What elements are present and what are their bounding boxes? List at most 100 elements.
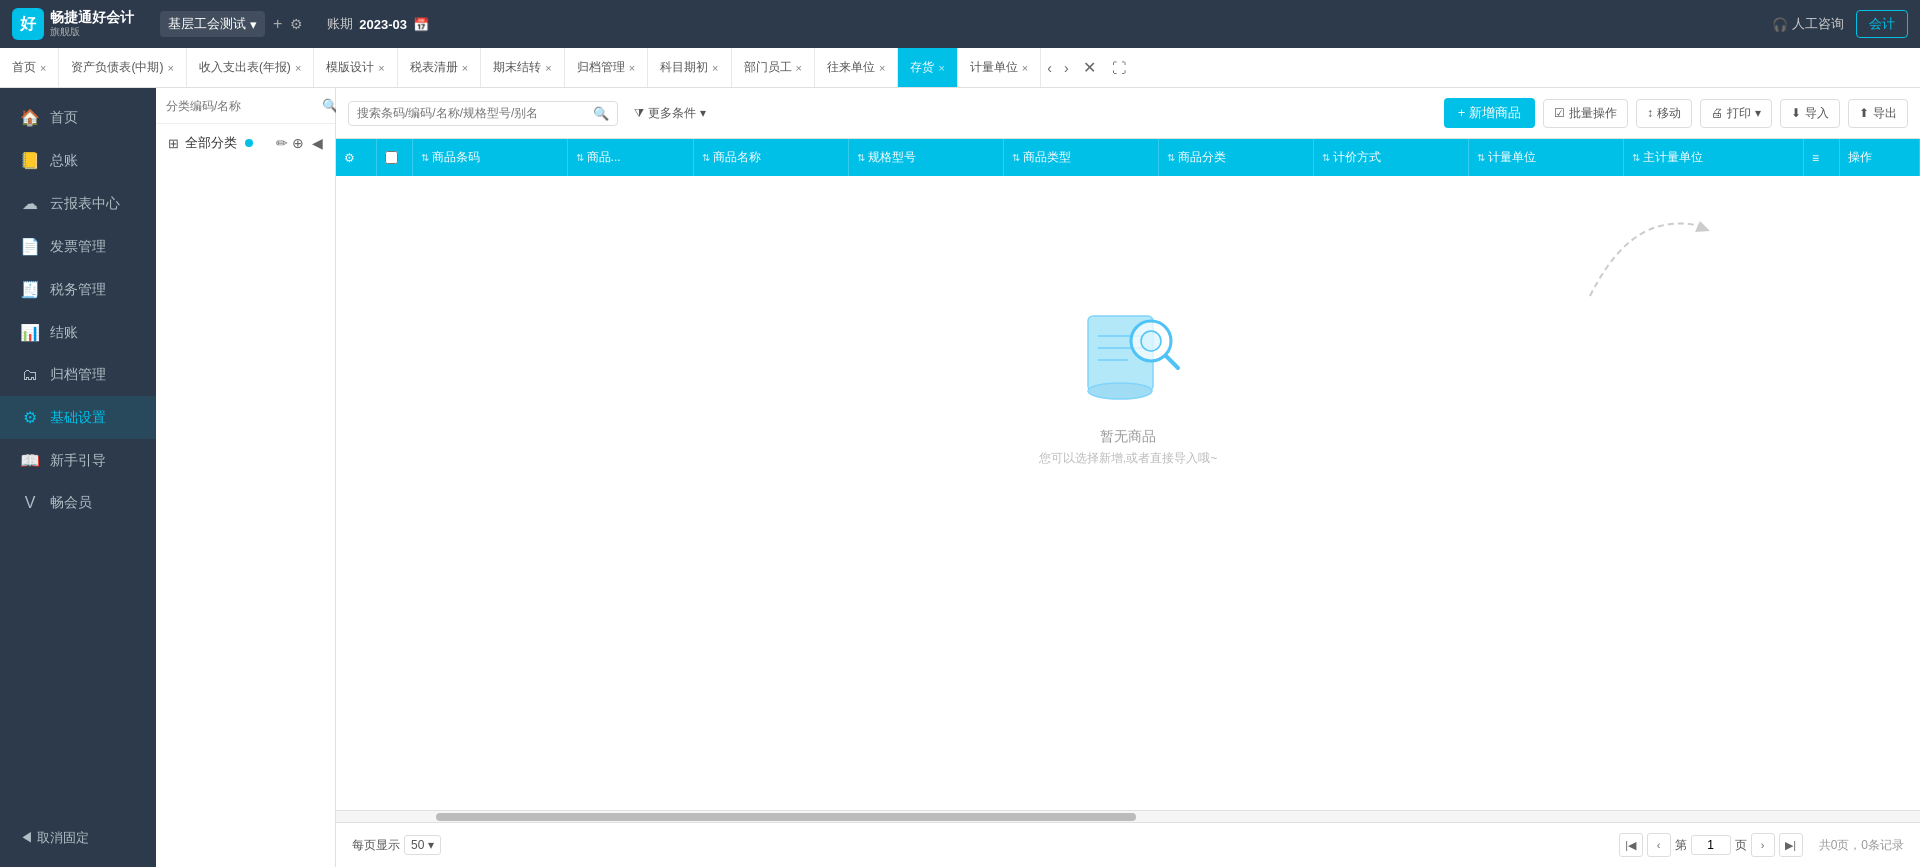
settings-icon[interactable]: ⚙	[290, 16, 303, 32]
calendar-icon[interactable]: 📅	[413, 17, 429, 32]
tab-closing[interactable]: 期末结转 ×	[481, 48, 564, 87]
tab-prev-btn[interactable]: ‹	[1041, 48, 1058, 87]
company-selector[interactable]: 基层工会测试 ▾	[160, 11, 265, 37]
th-name[interactable]: ⇅ 商品名称	[694, 139, 849, 176]
th-barcode[interactable]: ⇅ 商品条码	[412, 139, 567, 176]
edit-category-icon[interactable]: ✏	[276, 135, 288, 151]
product-search-input[interactable]	[357, 106, 587, 120]
tab-income[interactable]: 收入支出表(年报) ×	[187, 48, 314, 87]
filter-icon: ⧩	[634, 106, 644, 120]
export-icon: ⬆	[1859, 106, 1869, 120]
tab-close-all-btn[interactable]: ✕	[1075, 48, 1104, 87]
sidebar: 🏠 首页 📒 总账 ☁ 云报表中心 📄 发票管理 🧾 税务管理 📊 结账 🗂 归…	[0, 88, 156, 867]
tab-close-archive[interactable]: ×	[629, 62, 635, 74]
next-page-btn[interactable]: ›	[1751, 833, 1775, 857]
print-dropdown-icon: ▾	[1755, 106, 1761, 120]
tab-close-tax[interactable]: ×	[462, 62, 468, 74]
svg-marker-0	[1695, 221, 1710, 232]
home-icon: 🏠	[20, 108, 40, 127]
th-checkbox[interactable]	[376, 139, 412, 176]
page-size-select-box[interactable]: 50 ▾	[404, 835, 441, 855]
th-more-cols[interactable]: ≡	[1804, 139, 1840, 176]
sidebar-item-ledger[interactable]: 📒 总账	[0, 139, 156, 182]
th-price-method[interactable]: ⇅ 计价方式	[1314, 139, 1469, 176]
product-search-icon[interactable]: 🔍	[593, 106, 609, 121]
tax-icon: 🧾	[20, 280, 40, 299]
page-number-input[interactable]	[1691, 835, 1731, 855]
page-size-selector: 每页显示 50 ▾	[352, 835, 441, 855]
export-button[interactable]: ⬆ 导出	[1848, 99, 1908, 128]
tab-close-balance[interactable]: ×	[167, 62, 173, 74]
tab-dept[interactable]: 部门员工 ×	[732, 48, 815, 87]
tab-next-btn[interactable]: ›	[1058, 48, 1075, 87]
tab-close-income[interactable]: ×	[295, 62, 301, 74]
sidebar-item-guide[interactable]: 📖 新手引导	[0, 439, 156, 482]
th-spec[interactable]: ⇅ 规格型号	[849, 139, 1004, 176]
archive-icon: 🗂	[20, 366, 40, 384]
add-product-button[interactable]: + 新增商品	[1444, 98, 1535, 128]
tab-tax[interactable]: 税表清册 ×	[398, 48, 481, 87]
tab-template[interactable]: 模版设计 ×	[314, 48, 397, 87]
print-button[interactable]: 🖨 打印 ▾	[1700, 99, 1772, 128]
account-button[interactable]: 会计	[1856, 10, 1908, 38]
move-icon: ↕	[1647, 106, 1653, 120]
sidebar-item-invoice[interactable]: 📄 发票管理	[0, 225, 156, 268]
logo-icon: 好	[12, 8, 44, 40]
tab-close-unit[interactable]: ×	[1022, 62, 1028, 74]
import-button[interactable]: ⬇ 导入	[1780, 99, 1840, 128]
sidebar-item-closing[interactable]: 📊 结账	[0, 311, 156, 354]
left-panel: 🔍 ⊞ 全部分类 ✏ ⊕ ◀	[156, 88, 336, 867]
tab-unit[interactable]: 计量单位 ×	[958, 48, 1041, 87]
category-search-input[interactable]	[166, 99, 316, 113]
prev-page-btn[interactable]: ‹	[1647, 833, 1671, 857]
select-all-checkbox[interactable]	[385, 151, 398, 164]
sidebar-item-settings[interactable]: ⚙ 基础设置	[0, 396, 156, 439]
service-button[interactable]: 🎧 人工咨询	[1772, 15, 1844, 33]
sidebar-item-report[interactable]: ☁ 云报表中心	[0, 182, 156, 225]
settings-icon: ⚙	[20, 408, 40, 427]
move-button[interactable]: ↕ 移动	[1636, 99, 1692, 128]
first-page-btn[interactable]: |◀	[1619, 833, 1643, 857]
sidebar-unpin-btn[interactable]: ◀ 取消固定	[0, 817, 156, 859]
page-size-dropdown-icon: ▾	[428, 838, 434, 852]
collapse-panel-btn[interactable]: ◀	[312, 135, 323, 151]
batch-icon: ☑	[1554, 106, 1565, 120]
th-main-unit[interactable]: ⇅ 主计量单位	[1624, 139, 1804, 176]
th-type[interactable]: ⇅ 商品类型	[1004, 139, 1159, 176]
tab-archive[interactable]: 归档管理 ×	[565, 48, 648, 87]
last-page-btn[interactable]: ▶|	[1779, 833, 1803, 857]
period-area: 账期 2023-03 📅	[327, 15, 429, 33]
tab-inventory[interactable]: 存货 ×	[898, 48, 957, 87]
tab-expand-btn[interactable]: ⛶	[1104, 48, 1134, 87]
table-container: ⚙ ⇅ 商品条码 ⇅ 商品...	[336, 139, 1920, 810]
tab-subject[interactable]: 科目期初 ×	[648, 48, 731, 87]
tab-close-partner[interactable]: ×	[879, 62, 885, 74]
more-filter-btn[interactable]: ⧩ 更多条件 ▾	[626, 101, 714, 126]
tab-close-closing[interactable]: ×	[545, 62, 551, 74]
headset-icon: 🎧	[1772, 17, 1788, 32]
th-code[interactable]: ⇅ 商品...	[567, 139, 694, 176]
tab-close-home[interactable]: ×	[40, 62, 46, 74]
tab-close-dept[interactable]: ×	[796, 62, 802, 74]
add-tab-icon[interactable]: +	[273, 15, 282, 33]
add-category-icon[interactable]: ⊕	[292, 135, 304, 151]
right-content: 🔍 ⧩ 更多条件 ▾ + 新增商品 ☑ 批量操作 ↕	[336, 88, 1920, 867]
th-settings[interactable]: ⚙	[336, 139, 376, 176]
sidebar-item-tax[interactable]: 🧾 税务管理	[0, 268, 156, 311]
th-category[interactable]: ⇅ 商品分类	[1159, 139, 1314, 176]
tab-partner[interactable]: 往来单位 ×	[815, 48, 898, 87]
scroll-thumb[interactable]	[436, 813, 1136, 821]
grid-icon: ⊞	[168, 136, 179, 151]
tab-home[interactable]: 首页 ×	[0, 48, 59, 87]
sidebar-item-archive[interactable]: 🗂 归档管理	[0, 354, 156, 396]
th-unit[interactable]: ⇅ 计量单位	[1469, 139, 1624, 176]
batch-operate-button[interactable]: ☑ 批量操作	[1543, 99, 1628, 128]
tab-close-template[interactable]: ×	[378, 62, 384, 74]
tab-balance[interactable]: 资产负债表(中期) ×	[59, 48, 186, 87]
sidebar-item-vip[interactable]: V 畅会员	[0, 482, 156, 524]
horizontal-scrollbar[interactable]	[336, 810, 1920, 822]
sidebar-item-home[interactable]: 🏠 首页	[0, 96, 156, 139]
tab-close-subject[interactable]: ×	[712, 62, 718, 74]
logo-text: 畅捷通好会计 旗舰版	[50, 9, 134, 40]
tab-close-inventory[interactable]: ×	[938, 62, 944, 74]
